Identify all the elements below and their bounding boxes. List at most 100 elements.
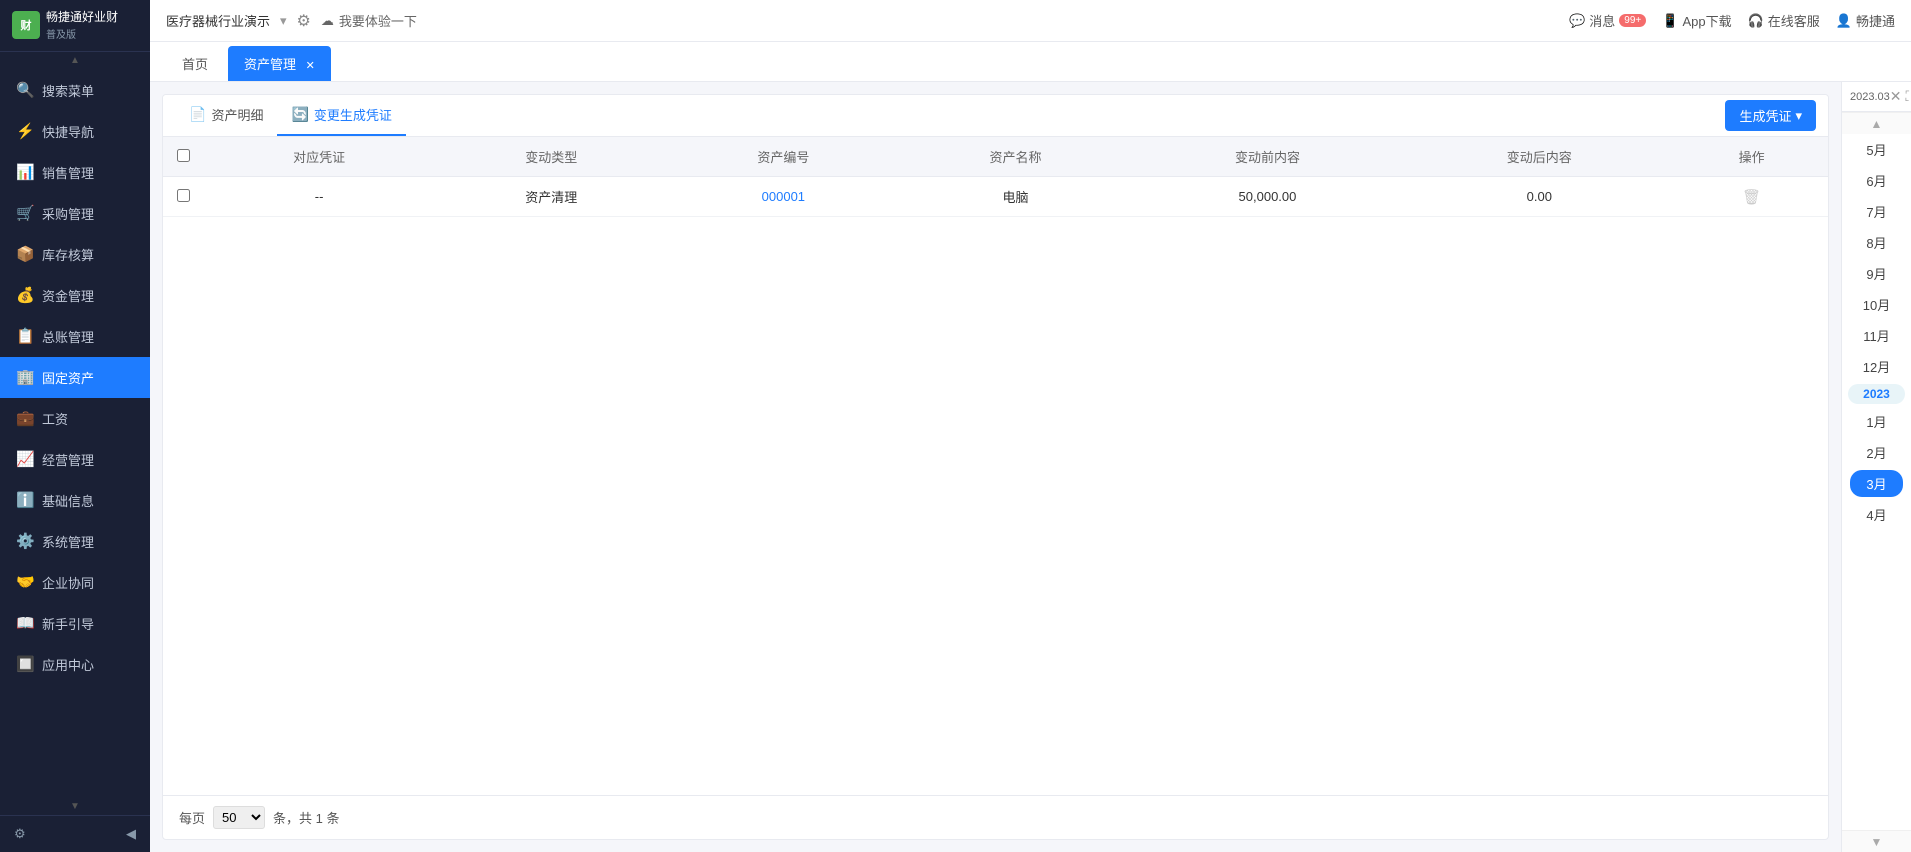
logo-icon: 财 [12, 11, 40, 39]
sidebar-item-label: 固定资产 [42, 368, 94, 387]
sidebar-scroll-down[interactable]: ▼ [0, 797, 150, 815]
tab-home-label: 首页 [182, 57, 208, 72]
generate-btn-arrow: ▾ [1795, 108, 1802, 124]
topbar-right: 💬 消息 99+ 📱 App下载 🎧 在线客服 👤 畅捷通 [1569, 11, 1895, 30]
generate-voucher-button[interactable]: 生成凭证 ▾ [1725, 100, 1816, 131]
calendar-month-2023-2[interactable]: 2月 [1842, 437, 1911, 468]
calendar-month-2023-1[interactable]: 1月 [1842, 406, 1911, 437]
calendar-scroll-down[interactable]: ▼ [1842, 830, 1911, 852]
inner-tab-asset-detail[interactable]: 📄 资产明细 [175, 95, 277, 136]
sidebar-item-system[interactable]: ⚙️ 系统管理 [0, 521, 150, 562]
calendar-month-6[interactable]: 6月 [1842, 165, 1911, 196]
sidebar-item-guide[interactable]: 📖 新手引导 [0, 603, 150, 644]
calendar-expand-icon[interactable]: ⛶ [1906, 88, 1911, 105]
th-before-change: 变动前内容 [1132, 137, 1404, 177]
tab-asset-mgmt[interactable]: 资产管理 ✕ [228, 46, 331, 81]
guide-icon: 📖 [16, 614, 34, 632]
row-change-type: 资产清理 [435, 177, 667, 217]
calendar-month-7[interactable]: 7月 [1842, 196, 1911, 227]
asset-table: 对应凭证 变动类型 资产编号 资产名称 变动前内容 变动后内容 操作 [163, 137, 1828, 217]
app-download-button[interactable]: 📱 App下载 [1662, 11, 1731, 30]
sidebar-item-ledger[interactable]: 📋 总账管理 [0, 316, 150, 357]
th-change-type: 变动类型 [435, 137, 667, 177]
tab-close-icon[interactable]: ✕ [306, 60, 315, 72]
row-voucher: -- [203, 177, 435, 217]
user-avatar-icon: 👤 [1836, 13, 1852, 29]
sidebar-item-app-center[interactable]: 🔲 应用中心 [0, 644, 150, 685]
th-voucher: 对应凭证 [203, 137, 435, 177]
online-service-button[interactable]: 🎧 在线客服 [1748, 11, 1820, 30]
delete-icon[interactable]: 🗑 [1742, 189, 1761, 206]
quick-nav-icon: ⚡ [16, 122, 34, 140]
sidebar-item-label: 新手引导 [42, 614, 94, 633]
sidebar-item-fixed-assets[interactable]: 🏢 固定资产 [0, 357, 150, 398]
calendar-year-2023[interactable]: 2023 [1848, 384, 1905, 404]
per-page-label: 每页 [179, 808, 205, 827]
calendar-header: 2023.03 ✕ ⛶ [1842, 82, 1911, 112]
sidebar-nav: 🔍 搜索菜单 ⚡ 快捷导航 📊 销售管理 🛒 采购管理 📦 库存核算 💰 资金管… [0, 70, 150, 797]
messages-button[interactable]: 💬 消息 99+ [1569, 11, 1646, 30]
calendar-month-11[interactable]: 11月 [1842, 320, 1911, 351]
sidebar-item-sales[interactable]: 📊 销售管理 [0, 152, 150, 193]
topbar: 医疗器械行业演示 ▾ ⚙ ☁ 我要体验一下 💬 消息 99+ 📱 App下载 🎧… [150, 0, 1911, 42]
sidebar-item-label: 基础信息 [42, 491, 94, 510]
sidebar-item-operations[interactable]: 📈 经营管理 [0, 439, 150, 480]
content-area: 📄 资产明细 🔄 变更生成凭证 生成凭证 ▾ [150, 82, 1911, 852]
th-asset-no: 资产编号 [667, 137, 899, 177]
sidebar-item-label: 工资 [42, 409, 68, 428]
sidebar-item-search[interactable]: 🔍 搜索菜单 [0, 70, 150, 111]
topbar-trial[interactable]: ☁ 我要体验一下 [321, 11, 417, 30]
sidebar-item-label: 快捷导航 [42, 122, 94, 141]
sidebar-item-label: 经营管理 [42, 450, 94, 469]
logo-name: 畅捷通好业财 [46, 10, 118, 26]
select-all-checkbox[interactable] [177, 149, 190, 162]
sidebar-scroll-up[interactable]: ▲ [0, 52, 150, 70]
topbar-settings-icon[interactable]: ⚙ [297, 11, 311, 31]
sidebar-item-purchase[interactable]: 🛒 采购管理 [0, 193, 150, 234]
logo-sub: 普及版 [46, 26, 118, 41]
row-before-change: 50,000.00 [1132, 177, 1404, 217]
tab-home[interactable]: 首页 [166, 46, 224, 81]
calendar-month-8[interactable]: 8月 [1842, 227, 1911, 258]
inventory-icon: 📦 [16, 245, 34, 263]
calendar-month-2023-4[interactable]: 4月 [1842, 499, 1911, 530]
tabbar: 首页 资产管理 ✕ [150, 42, 1911, 82]
sidebar-item-base-info[interactable]: ℹ️ 基础信息 [0, 480, 150, 521]
operations-icon: 📈 [16, 450, 34, 468]
trial-label: 我要体验一下 [339, 11, 417, 30]
calendar-month-9[interactable]: 9月 [1842, 258, 1911, 289]
calendar-month-10[interactable]: 10月 [1842, 289, 1911, 320]
topbar-dropdown-icon[interactable]: ▾ [280, 13, 287, 29]
sidebar-item-funds[interactable]: 💰 资金管理 [0, 275, 150, 316]
main-panel: 📄 资产明细 🔄 变更生成凭证 生成凭证 ▾ [162, 94, 1829, 840]
sidebar-item-salary[interactable]: 💼 工资 [0, 398, 150, 439]
per-page-select[interactable]: 50 10 20 100 [213, 806, 265, 829]
sidebar-item-label: 库存核算 [42, 245, 94, 264]
calendar-month-5[interactable]: 5月 [1842, 134, 1911, 165]
calendar-scroll-up[interactable]: ▲ [1842, 112, 1911, 134]
calendar-close-icon[interactable]: ✕ [1890, 88, 1902, 105]
user-button[interactable]: 👤 畅捷通 [1836, 11, 1895, 30]
sidebar-settings-icon[interactable]: ⚙ [14, 826, 26, 842]
sidebar-item-label: 采购管理 [42, 204, 94, 223]
sidebar-item-inventory[interactable]: 📦 库存核算 [0, 234, 150, 275]
calendar-year-label: 2023.03 [1850, 91, 1890, 103]
messages-label: 消息 [1589, 11, 1615, 30]
sidebar-logo: 财 畅捷通好业财 普及版 [0, 0, 150, 52]
app-download-icon: 📱 [1662, 13, 1678, 29]
tab-asset-mgmt-label: 资产管理 [244, 57, 296, 72]
inner-tab-change-voucher[interactable]: 🔄 变更生成凭证 [277, 95, 405, 136]
sidebar: 财 畅捷通好业财 普及版 ▲ 🔍 搜索菜单 ⚡ 快捷导航 📊 销售管理 🛒 采购… [0, 0, 150, 852]
th-action: 操作 [1675, 137, 1828, 177]
online-service-icon: 🎧 [1748, 13, 1764, 29]
calendar-month-2023-3[interactable]: 3月 [1850, 470, 1903, 497]
calendar-month-12[interactable]: 12月 [1842, 351, 1911, 382]
change-voucher-icon: 🔄 [291, 106, 308, 123]
sidebar-item-quick-nav[interactable]: ⚡ 快捷导航 [0, 111, 150, 152]
sidebar-collapse-icon[interactable]: ◀ [126, 826, 136, 842]
messages-icon: 💬 [1569, 13, 1585, 29]
funds-icon: 💰 [16, 286, 34, 304]
sidebar-item-enterprise[interactable]: 🤝 企业协同 [0, 562, 150, 603]
search-icon: 🔍 [16, 81, 34, 99]
row-checkbox[interactable] [177, 189, 190, 202]
